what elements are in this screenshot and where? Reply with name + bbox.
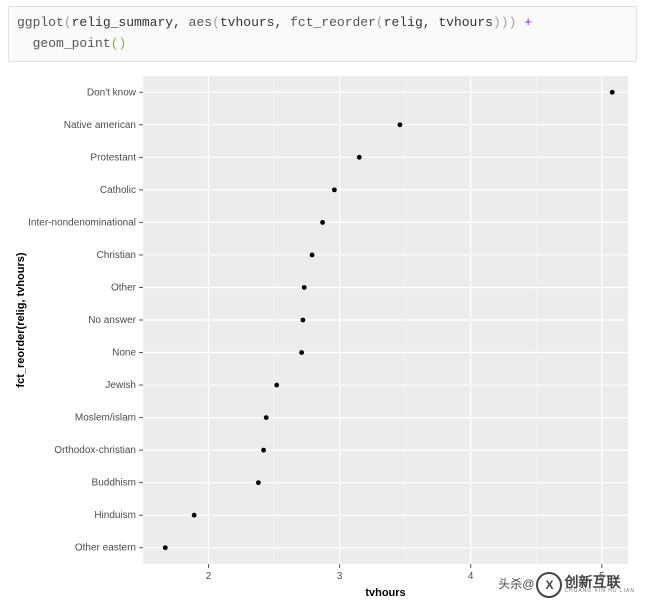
data-point [610,89,615,94]
y-tick-label: Inter-nondenominational [28,217,136,228]
chart: 2345Other easternHinduismBuddhismOrthodo… [8,66,637,606]
y-tick-label: None [112,347,136,358]
x-axis-title: tvhours [365,587,405,599]
watermark-logo-icon: X [536,572,562,598]
y-tick-label: No answer [88,315,136,326]
data-point [264,415,269,420]
y-tick-label: Don't know [87,87,137,98]
data-point [310,252,315,257]
y-tick-label: Other eastern [75,542,136,553]
watermark: 头杀@X创新互联CHUANG XIN HU LIAN [498,572,635,598]
ggplot-dotplot: 2345Other easternHinduismBuddhismOrthodo… [8,66,637,606]
y-tick-label: Hinduism [94,510,136,521]
data-point [332,187,337,192]
code-line-2: geom_point() [33,36,127,51]
y-tick-label: Orthodox-christian [54,445,136,456]
data-point [398,122,403,127]
y-tick-label: Other [111,282,137,293]
data-point [256,480,261,485]
y-tick-label: Moslem/islam [75,412,136,423]
data-point [274,382,279,387]
data-point [301,317,306,322]
data-point [320,220,325,225]
y-tick-label: Protestant [90,152,136,163]
y-tick-label: Catholic [100,184,136,195]
data-point [192,512,197,517]
data-point [302,285,307,290]
x-tick-label: 3 [337,571,343,582]
data-point [163,545,168,550]
y-tick-label: Buddhism [92,477,136,488]
y-tick-label: Jewish [105,380,136,391]
data-point [261,447,266,452]
y-axis-title: fct_reorder(relig, tvhours) [15,252,27,387]
x-tick-label: 2 [206,571,212,582]
code-block: ggplot(relig_summary, aes(tvhours, fct_r… [8,6,637,62]
y-tick-label: Native american [64,119,136,130]
x-tick-label: 4 [468,571,474,582]
code-line-1: ggplot(relig_summary, aes(tvhours, fct_r… [17,15,532,30]
data-point [357,155,362,160]
data-point [299,350,304,355]
y-tick-label: Christian [97,250,136,261]
